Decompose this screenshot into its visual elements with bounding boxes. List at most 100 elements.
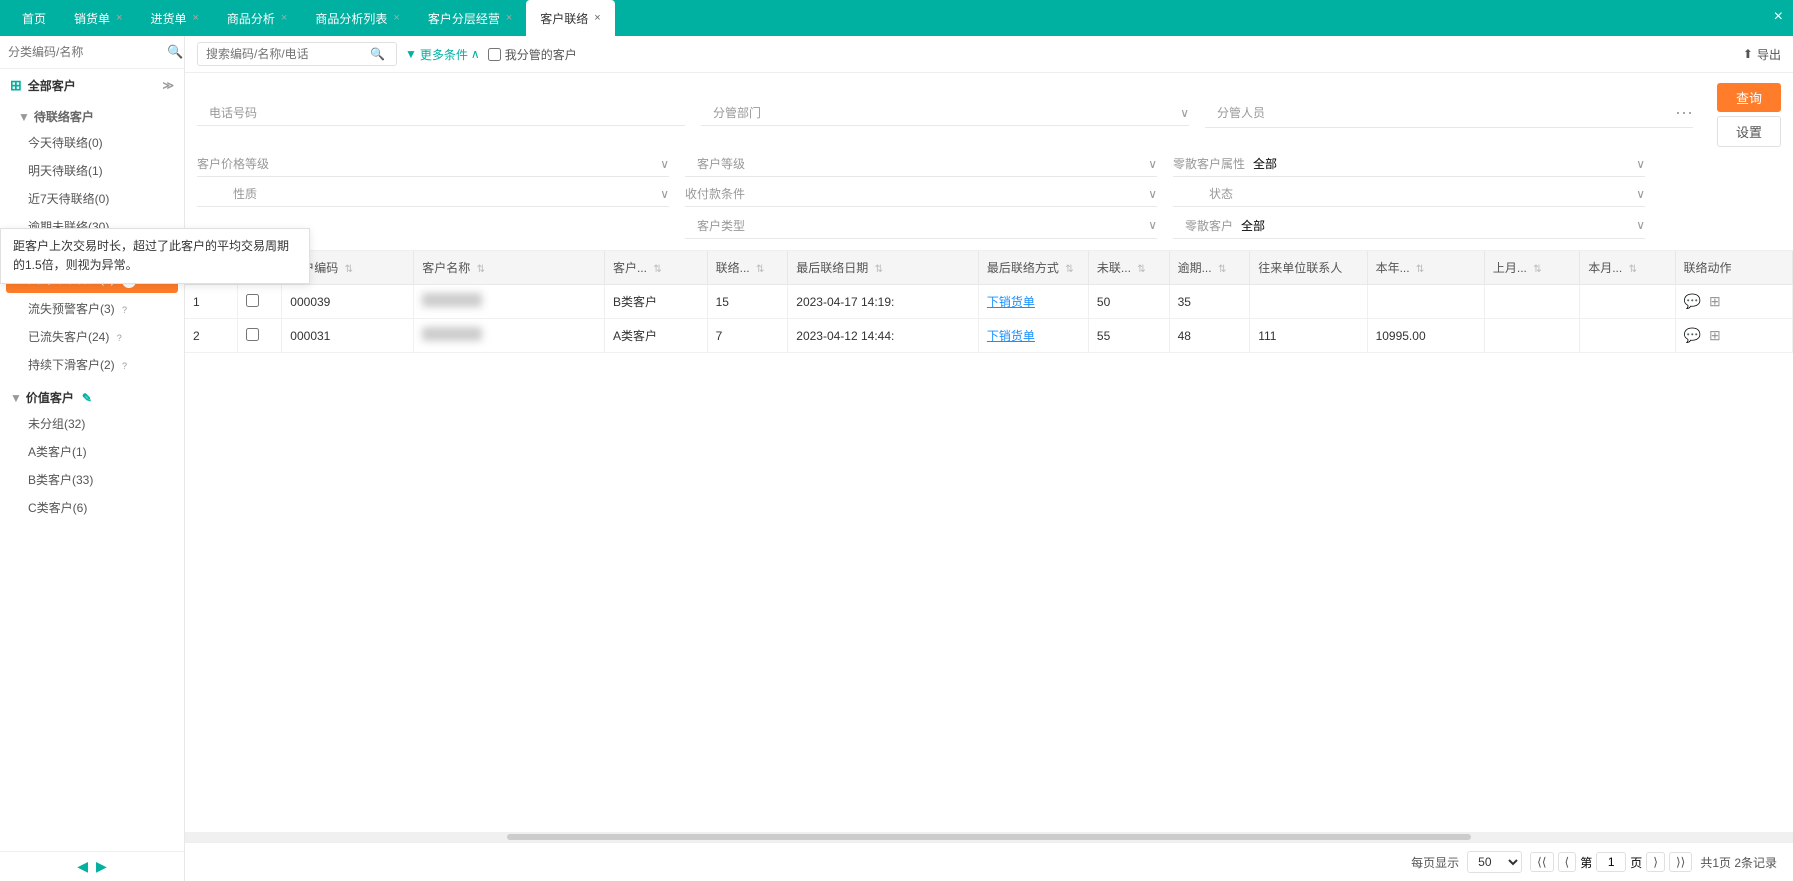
sidebar-right-arrow[interactable]: ▶ [96, 858, 107, 875]
collapse-icon[interactable]: ≫ [162, 79, 174, 92]
sidebar-item-declining[interactable]: 持续下滑客户(2) ? [0, 351, 184, 379]
sort-date-icon[interactable]: ⇅ [875, 264, 883, 275]
nav-product-analysis-close[interactable]: × [281, 12, 287, 24]
status-dropdown-icon[interactable]: ∨ [1636, 187, 1645, 201]
person-dots[interactable]: ··· [1675, 102, 1693, 123]
first-page-btn[interactable]: ⟨⟨ [1530, 852, 1553, 872]
row1-chat-icon[interactable]: 💬 [1684, 293, 1701, 310]
table-row: 1 000039 B类客户 15 2023-04-17 14:19: 下销货单 [185, 285, 1793, 319]
customer-level-input[interactable] [753, 157, 1148, 171]
customer-type-dropdown-icon[interactable]: ∨ [1148, 218, 1157, 232]
price-level-field: 客户价格等级 ∨ [197, 155, 669, 177]
horizontal-scrollbar[interactable] [185, 832, 1793, 842]
declining-help-icon[interactable]: ? [122, 361, 127, 371]
row1-checkbox[interactable] [246, 294, 259, 307]
sort-uncontact-icon[interactable]: ⇅ [1137, 264, 1145, 275]
sidebar-all-customers[interactable]: ⊞ 全部客户 ≫ [0, 69, 184, 102]
filter-buttons: 查询 设置 [1717, 83, 1781, 147]
sidebar-item-a-class[interactable]: A类客户(1) [0, 438, 184, 466]
dept-dropdown-icon[interactable]: ∨ [1180, 106, 1189, 120]
retail-customer-label: 零散客户 [1173, 217, 1233, 234]
sidebar-item-tomorrow[interactable]: 明天待联络(1) [0, 157, 184, 185]
row2-chat-icon[interactable]: 💬 [1684, 327, 1701, 344]
query-button[interactable]: 查询 [1717, 83, 1781, 112]
sidebar-item-churned[interactable]: 已流失客户(24) ? [0, 323, 184, 351]
status-input[interactable] [1241, 187, 1636, 201]
row1-lastmonth [1484, 285, 1579, 319]
row2-checkbox[interactable] [246, 328, 259, 341]
sort-overdue-icon[interactable]: ⇅ [1218, 264, 1226, 275]
nav-purchase[interactable]: 进货单 × [136, 0, 212, 36]
sort-thismonth-icon[interactable]: ⇅ [1629, 264, 1637, 275]
person-input[interactable] [1273, 106, 1671, 120]
sidebar-search-icon[interactable]: 🔍 [167, 44, 183, 60]
prev-page-btn[interactable]: ⟨ [1558, 852, 1577, 872]
setting-button[interactable]: 设置 [1717, 116, 1781, 147]
payment-input[interactable] [753, 187, 1148, 201]
churned-help-icon[interactable]: ? [117, 333, 122, 343]
customer-type-input[interactable] [753, 218, 1148, 232]
nav-customer-tier[interactable]: 客户分层经营 × [414, 0, 526, 36]
sort-method-icon[interactable]: ⇅ [1065, 264, 1073, 275]
sort-lastmonth-icon[interactable]: ⇅ [1533, 264, 1541, 275]
nav-sales[interactable]: 销货单 × [60, 0, 136, 36]
sidebar-item-c-class[interactable]: C类客户(6) [0, 494, 184, 522]
row2-grid-icon[interactable]: ⊞ [1709, 327, 1721, 344]
nav-product-analysis[interactable]: 商品分析 × [213, 0, 301, 36]
nav-product-analysis-list[interactable]: 商品分析列表 × [301, 0, 413, 36]
nav-customer-tier-close[interactable]: × [506, 12, 512, 24]
row1-method-link[interactable]: 下销货单 [987, 295, 1035, 309]
my-customers-checkbox[interactable] [488, 48, 501, 61]
sidebar-item-churn-warning[interactable]: 流失预警客户(3) ? [0, 295, 184, 323]
sort-level-icon[interactable]: ⇅ [653, 264, 661, 275]
phone-input[interactable] [265, 106, 685, 120]
nav-purchase-close[interactable]: × [192, 12, 198, 24]
nav-customer-contact-close[interactable]: × [594, 12, 600, 24]
nav-home[interactable]: 首页 [8, 0, 60, 36]
price-level-input[interactable] [277, 157, 660, 171]
chevron-up-icon: ∧ [471, 47, 480, 61]
churn-warning-help-icon[interactable]: ? [122, 305, 127, 315]
nature-input[interactable] [265, 187, 660, 201]
page-number-input[interactable] [1596, 852, 1626, 872]
sidebar-group-pending[interactable]: ▼ 待联络客户 [0, 102, 184, 129]
search-input[interactable] [206, 47, 366, 61]
retail-customer-field: 零散客户 全部 ∨ [1173, 217, 1645, 239]
payment-dropdown-icon[interactable]: ∨ [1148, 187, 1157, 201]
nav-sales-close[interactable]: × [116, 12, 122, 24]
sidebar-item-today[interactable]: 今天待联络(0) [0, 129, 184, 157]
next-page-btn[interactable]: ⟩ [1646, 852, 1665, 872]
sidebar-item-7days[interactable]: 近7天待联络(0) [0, 185, 184, 213]
row2-contact: 7 [707, 319, 788, 353]
price-level-dropdown-icon[interactable]: ∨ [660, 157, 669, 171]
nav-customer-contact[interactable]: 客户联络 × [526, 0, 614, 36]
search-icon[interactable]: 🔍 [370, 47, 385, 61]
my-customers-checkbox-label[interactable]: 我分管的客户 [488, 46, 577, 63]
scroll-thumb[interactable] [507, 834, 1472, 840]
more-conditions-btn[interactable]: ▼ 更多条件 ∧ [405, 46, 480, 63]
sidebar-group-value[interactable]: ▼ 价值客户 ✎ [0, 383, 184, 410]
sidebar-item-b-class[interactable]: B类客户(33) [0, 466, 184, 494]
value-group-edit-icon[interactable]: ✎ [82, 391, 92, 405]
sidebar-item-ungrouped[interactable]: 未分组(32) [0, 410, 184, 438]
nav-product-list-close[interactable]: × [393, 12, 399, 24]
row1-grid-icon[interactable]: ⊞ [1709, 293, 1721, 310]
customer-level-dropdown-icon[interactable]: ∨ [1148, 157, 1157, 171]
sort-contact-icon[interactable]: ⇅ [756, 264, 764, 275]
sidebar-left-arrow[interactable]: ◀ [77, 858, 88, 875]
sort-code-icon[interactable]: ⇅ [345, 264, 353, 275]
sort-name-icon[interactable]: ⇅ [477, 264, 485, 275]
retail-attr-dropdown-icon[interactable]: ∨ [1636, 157, 1645, 171]
per-page-select[interactable]: 50 100 200 [1467, 851, 1522, 873]
sort-thisyear-icon[interactable]: ⇅ [1416, 264, 1424, 275]
th-level: 客户... ⇅ [604, 251, 707, 285]
export-btn[interactable]: ⬆ 导出 [1743, 46, 1781, 63]
retail-customer-dropdown-icon[interactable]: ∨ [1636, 218, 1645, 232]
sidebar-search-input[interactable] [8, 45, 163, 59]
tooltip-box: 距客户上次交易时长，超过了此客户的平均交易周期的1.5倍，则视为异常。 [0, 228, 310, 284]
last-page-btn[interactable]: ⟩⟩ [1669, 852, 1692, 872]
nature-dropdown-icon[interactable]: ∨ [660, 187, 669, 201]
row2-method-link[interactable]: 下销货单 [987, 329, 1035, 343]
dept-input[interactable] [769, 106, 1180, 120]
window-close-button[interactable]: × [1774, 8, 1783, 26]
